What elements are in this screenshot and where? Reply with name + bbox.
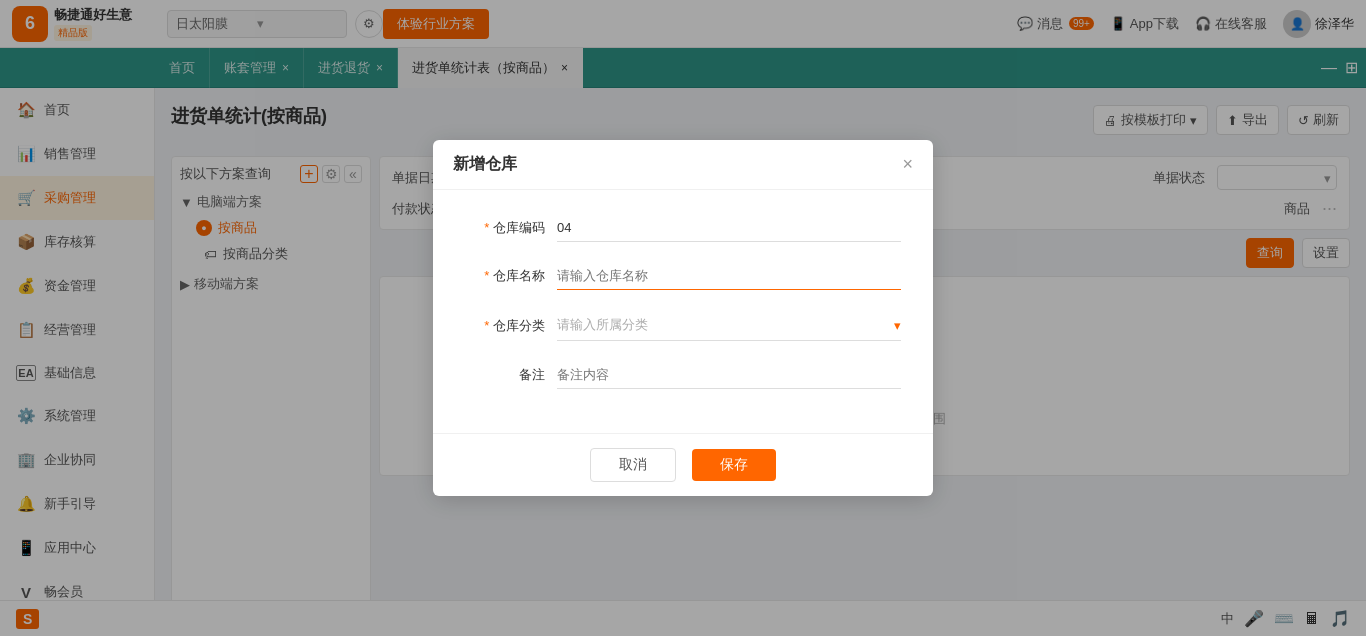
dialog-footer: 取消 保存	[433, 433, 933, 496]
field-code-label: 仓库编码	[465, 219, 545, 237]
dialog-body: 仓库编码 仓库名称 仓库分类 请输入所属分类 ▾ 备注	[433, 190, 933, 433]
field-remark-label: 备注	[465, 366, 545, 384]
field-category-label: 仓库分类	[465, 317, 545, 335]
form-row-name: 仓库名称	[465, 262, 901, 290]
cancel-button[interactable]: 取消	[590, 448, 676, 482]
field-name-label: 仓库名称	[465, 267, 545, 285]
form-row-code: 仓库编码	[465, 214, 901, 242]
warehouse-name-input[interactable]	[557, 262, 901, 290]
save-button[interactable]: 保存	[692, 449, 776, 481]
form-row-remark: 备注	[465, 361, 901, 389]
dialog-title: 新增仓库	[453, 154, 517, 175]
form-row-category: 仓库分类 请输入所属分类 ▾	[465, 310, 901, 341]
warehouse-category-select[interactable]: 请输入所属分类 ▾	[557, 310, 901, 341]
dialog-overlay: 新增仓库 × 仓库编码 仓库名称 仓库分类 请输入所属分类 ▾	[0, 0, 1366, 636]
category-chevron-icon: ▾	[894, 318, 901, 333]
dialog-header: 新增仓库 ×	[433, 140, 933, 190]
warehouse-remark-input[interactable]	[557, 361, 901, 389]
new-warehouse-dialog: 新增仓库 × 仓库编码 仓库名称 仓库分类 请输入所属分类 ▾	[433, 140, 933, 496]
warehouse-code-input[interactable]	[557, 214, 901, 242]
dialog-close-button[interactable]: ×	[902, 154, 913, 175]
